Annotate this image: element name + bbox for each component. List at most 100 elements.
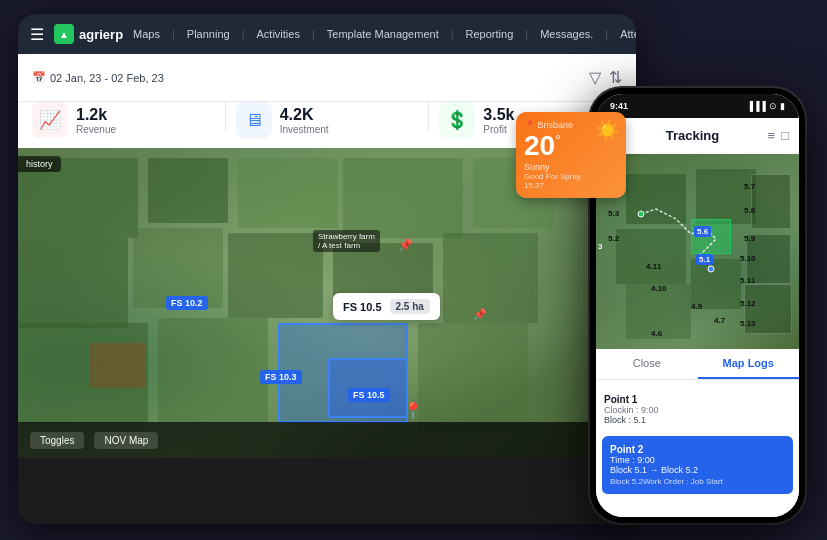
mobile-tab-bar: Close Map Logs [596, 349, 799, 380]
mobile-field-num: 5.12 [740, 299, 756, 308]
map-popup: FS 10.5 2.5 ha [333, 293, 440, 320]
mobile-field-num: 4.7 [714, 316, 725, 325]
logo-area: ▲ agrierp [54, 24, 123, 44]
mobile-field-num: 5.9 [744, 234, 755, 243]
mobile-calendar-icon[interactable]: □ [781, 128, 789, 143]
popup-area: 2.5 ha [390, 299, 430, 314]
mobile-status-bar: 9:41 ▐▐▐ ⊙ ▮ [596, 94, 799, 118]
profit-label: Profit [483, 124, 514, 135]
weather-subtitle: Good For Spray [524, 172, 618, 181]
filter-icon[interactable]: ▽ [589, 68, 601, 87]
weather-condition: Sunny [524, 162, 618, 172]
toggles-button[interactable]: Toggles [30, 432, 84, 449]
svg-point-1 [708, 266, 714, 272]
stat-revenue: 📈 1.2k Revenue [32, 102, 215, 138]
field-patch [343, 158, 463, 238]
field-patch [418, 323, 528, 433]
log-work-order-2: Block 5.2Work Order : Job Start [610, 477, 785, 486]
mobile-field-num: 3 [598, 242, 602, 251]
sub-header: 📅 02 Jan, 23 - 02 Feb, 23 ▽ ⇅ [18, 54, 636, 102]
field-patch [238, 158, 338, 228]
weather-temp: 20 [524, 132, 555, 160]
log-point-1: Point 1 [604, 394, 791, 405]
stat-investment: 🖥 4.2K Investment [236, 102, 419, 138]
mobile-field-num: 5.13 [740, 319, 756, 328]
settings-icon[interactable]: ⇅ [609, 68, 622, 87]
mobile-log-list: Point 1 Clockin : 9:00 Block : 5.1 Point… [596, 380, 799, 517]
mobile-field-highlighted-num-2: 5.6 [694, 226, 711, 237]
weather-card: ☀️ 📍 Brisbane 20 ° Sunny Good For Spray … [516, 112, 626, 198]
log-block-2: Block 5.1 → Block 5.2 [610, 465, 785, 475]
map-marker-2: 📌 [473, 308, 487, 321]
calendar-icon: 📅 [32, 71, 46, 84]
nav-menu: Maps | Planning | Activities | Template … [133, 28, 636, 40]
tab-map-logs[interactable]: Map Logs [698, 349, 800, 379]
popup-label: FS 10.5 [343, 301, 382, 313]
map-toolbar: Toggles NOV Map ∨ [18, 422, 636, 458]
signal-icon: ▐▐▐ [747, 101, 766, 111]
location-pin: 📍 [403, 401, 423, 420]
mobile-field-num: 5.3 [608, 209, 619, 218]
field-label-fs105a: FS 10.5 [348, 388, 390, 402]
log-point-2: Point 2 [610, 444, 785, 455]
logo-icon: ▲ [54, 24, 74, 44]
field-patch [18, 238, 128, 328]
profit-value: 3.5k [483, 106, 514, 124]
field-patch [443, 233, 538, 323]
mobile-time: 9:41 [610, 101, 628, 111]
mobile-field-num: 4.6 [651, 329, 662, 338]
mobile-field-num: 5.11 [740, 276, 756, 285]
mobile-bottom-panel: Close Map Logs Point 1 Clockin : 9:00 Bl… [596, 349, 799, 517]
mobile-title: Tracking [617, 128, 767, 143]
weather-unit: ° [555, 132, 561, 148]
weather-temp-low: 15.37 [524, 181, 618, 190]
tracking-path-svg [596, 154, 799, 349]
nov-map-button[interactable]: NOV Map [94, 432, 158, 449]
nav-messages[interactable]: Messages. [540, 28, 593, 40]
revenue-icon: 📈 [32, 102, 68, 138]
top-navbar: ☰ ▲ agrierp Maps | Planning | Activities… [18, 14, 636, 54]
nav-reporting[interactable]: Reporting [466, 28, 514, 40]
map-marker: 📌 [398, 238, 413, 252]
nav-activities[interactable]: Activities [257, 28, 300, 40]
profit-icon: 💲 [439, 102, 475, 138]
mobile-map[interactable]: 5.4 5.3 5.2 5.7 5.8 5.9 5.10 5.11 5.12 5… [596, 154, 799, 349]
field-label-fs103: FS 10.3 [260, 370, 302, 384]
investment-value: 4.2K [280, 106, 329, 124]
urban-patch [90, 343, 145, 388]
mobile-field-num: 5.10 [740, 254, 756, 263]
investment-icon: 🖥 [236, 102, 272, 138]
filter-icons: ▽ ⇅ [589, 68, 622, 87]
app-name: agrierp [79, 27, 123, 42]
nav-maps[interactable]: Maps [133, 28, 160, 40]
revenue-label: Revenue [76, 124, 116, 135]
battery-icon: ▮ [780, 101, 785, 111]
field-label-fs102: FS 10.2 [166, 296, 208, 310]
mobile-field-num: 5.2 [608, 234, 619, 243]
mobile-screen: 9:41 ▐▐▐ ⊙ ▮ ‹ Tracking ≡ □ [596, 94, 799, 517]
mobile-field-highlighted-num: 5.1 [696, 254, 713, 265]
tab-close[interactable]: Close [596, 349, 698, 379]
nav-attendance[interactable]: Attendance [620, 28, 636, 40]
mobile-field-num: 5.8 [744, 206, 755, 215]
mobile-menu-icon[interactable]: ≡ [768, 128, 776, 143]
sun-icon: ☀️ [595, 118, 620, 142]
mobile-field-num: 4.10 [651, 284, 667, 293]
mobile-status-icons: ▐▐▐ ⊙ ▮ [747, 101, 785, 111]
mobile-field-num: 4.11 [646, 262, 662, 271]
farm-label: Strawberry farm/ A test farm [313, 230, 380, 252]
hamburger-button[interactable]: ☰ [30, 25, 44, 44]
log-block-1: Block : 5.1 [604, 415, 791, 425]
log-item-2: Point 2 Time : 9:00 Block 5.1 → Block 5.… [602, 436, 793, 495]
investment-label: Investment [280, 124, 329, 135]
desktop-device: ☰ ▲ agrierp Maps | Planning | Activities… [18, 14, 636, 524]
mobile-header: ‹ Tracking ≡ □ [596, 118, 799, 154]
history-badge: history [18, 156, 61, 172]
nav-planning[interactable]: Planning [187, 28, 230, 40]
nav-template[interactable]: Template Management [327, 28, 439, 40]
revenue-value: 1.2k [76, 106, 116, 124]
mobile-header-actions: ≡ □ [768, 128, 789, 143]
mobile-field-num: 5.7 [744, 182, 755, 191]
log-time-2: Time : 9:00 [610, 455, 785, 465]
svg-point-0 [638, 211, 644, 217]
